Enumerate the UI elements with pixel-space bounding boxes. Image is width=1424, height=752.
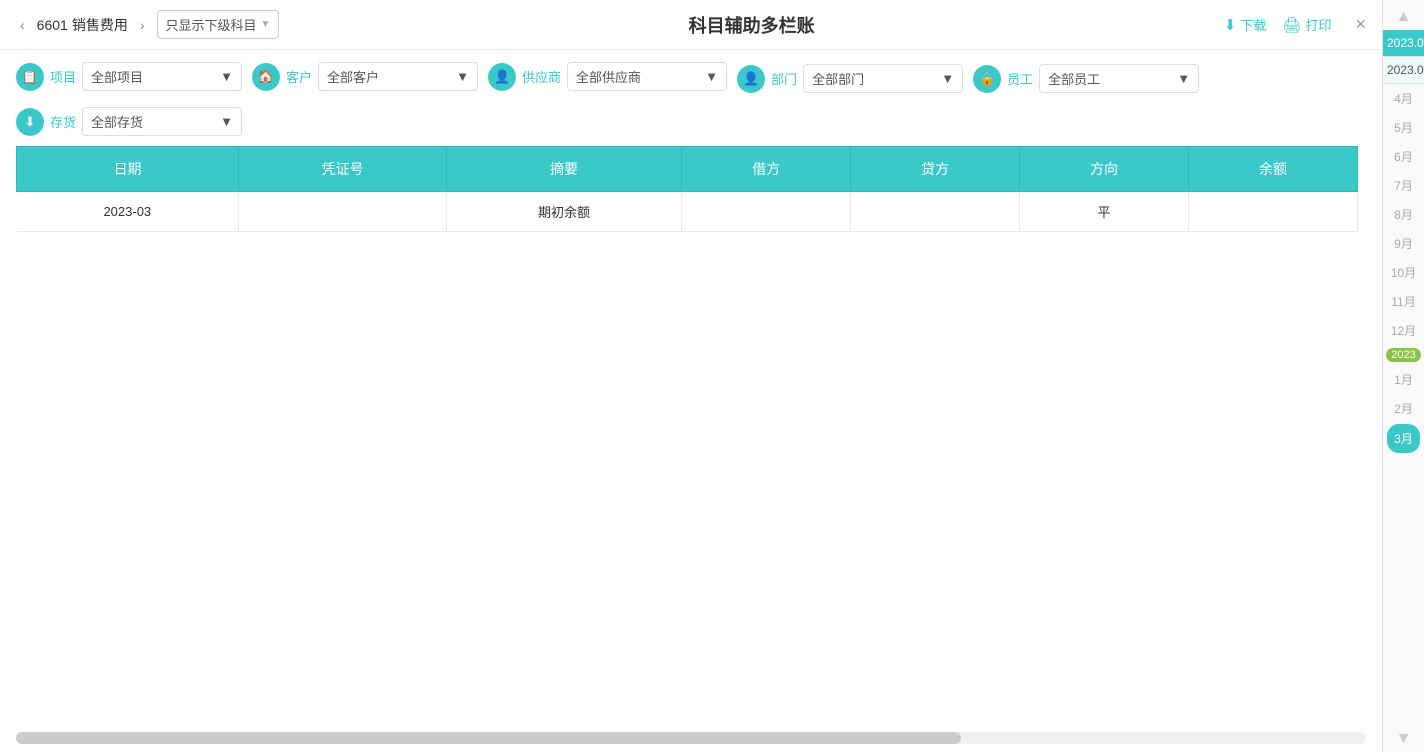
col-voucher: 凭证号: [239, 147, 447, 192]
sidebar-month-top-2[interactable]: 2023.03: [1383, 57, 1424, 84]
department-value: 全部部门: [812, 69, 864, 88]
employee-label: 员工: [1007, 69, 1033, 88]
customer-filter-item: 🏠 客户 全部客户 ▼: [252, 62, 478, 91]
inventory-icon: ⬇: [16, 108, 44, 136]
scrollbar-thumb: [16, 732, 961, 744]
supplier-filter-item: 👤 供应商 全部供应商 ▼: [488, 62, 727, 91]
inventory-chevron-icon: ▼: [220, 114, 233, 129]
supplier-label: 供应商: [522, 67, 561, 86]
sub-account-chevron-icon: ▼: [261, 19, 271, 30]
project-icon: 📋: [16, 63, 44, 91]
col-credit: 贷方: [851, 147, 1020, 192]
sidebar-month-9[interactable]: 9月: [1383, 229, 1424, 258]
customer-select[interactable]: 全部客户 ▼: [318, 62, 478, 91]
sub-account-filter[interactable]: 只显示下级科目 ▼: [157, 10, 280, 39]
customer-chevron-icon: ▼: [456, 69, 469, 84]
sidebar-month-4[interactable]: 4月: [1383, 84, 1424, 113]
project-value: 全部项目: [91, 67, 143, 86]
year-badge: 2023: [1386, 348, 1420, 362]
col-summary: 摘要: [446, 147, 681, 192]
col-direction: 方向: [1020, 147, 1189, 192]
ledger-table: 日期 凭证号 摘要 借方 贷方 方向 余额 2023-03 期初余额 平: [16, 146, 1358, 232]
horizontal-scrollbar[interactable]: [16, 732, 1366, 744]
download-icon: ⬇: [1224, 16, 1237, 34]
employee-chevron-icon: ▼: [1177, 71, 1190, 86]
employee-filter-item: 🔒 员工 全部员工 ▼: [973, 64, 1199, 93]
inventory-select[interactable]: 全部存货 ▼: [82, 107, 242, 136]
col-debit: 借方: [682, 147, 851, 192]
sidebar-month-8[interactable]: 8月: [1383, 200, 1424, 229]
print-label: 打印: [1305, 15, 1331, 34]
department-filter-item: 👤 部门 全部部门 ▼: [737, 64, 963, 93]
project-filter-item: 📋 项目 全部项目 ▼: [16, 62, 242, 91]
print-icon: 🖨: [1282, 16, 1301, 34]
account-name: 销售费用: [72, 15, 128, 35]
cell-balance: [1189, 192, 1358, 232]
next-account-button[interactable]: ›: [136, 15, 149, 35]
customer-icon: 🏠: [252, 63, 280, 91]
cell-summary: 期初余额: [446, 192, 681, 232]
sidebar-month-2[interactable]: 2月: [1383, 394, 1424, 423]
sidebar-month-3[interactable]: 3月: [1387, 424, 1420, 453]
cell-date: 2023-03: [17, 192, 239, 232]
page-title: 科目辅助多栏账: [287, 12, 1215, 38]
filter-section: 📋 项目 全部项目 ▼ 🏠 客户 全部客户 ▼ 👤 供应商 全部供应商 ▼: [0, 50, 1382, 146]
sidebar-month-6[interactable]: 6月: [1383, 142, 1424, 171]
prev-account-button[interactable]: ‹: [16, 15, 29, 35]
supplier-icon: 👤: [488, 63, 516, 91]
table-wrapper: 日期 凭证号 摘要 借方 贷方 方向 余额 2023-03 期初余额 平: [0, 146, 1382, 732]
sidebar-month-top-2-label: 2023.03: [1387, 63, 1424, 77]
sidebar-month-11[interactable]: 11月: [1383, 287, 1424, 316]
customer-label: 客户: [286, 67, 312, 86]
employee-icon: 🔒: [973, 65, 1001, 93]
right-sidebar: ▲ 2023.03 2023.03 4月 5月 6月 7月 8月 9月 10月 …: [1382, 0, 1424, 752]
employee-select[interactable]: 全部员工 ▼: [1039, 64, 1199, 93]
close-button[interactable]: ×: [1355, 14, 1366, 35]
table-row: 2023-03 期初余额 平: [17, 192, 1358, 232]
project-select[interactable]: 全部项目 ▼: [82, 62, 242, 91]
cell-direction: 平: [1020, 192, 1189, 232]
department-icon: 👤: [737, 65, 765, 93]
department-chevron-icon: ▼: [941, 71, 954, 86]
download-button[interactable]: ⬇ 下载: [1224, 15, 1267, 34]
customer-value: 全部客户: [327, 67, 379, 86]
sidebar-month-top-1[interactable]: 2023.03: [1383, 30, 1424, 57]
account-code: 6601: [37, 17, 68, 33]
cell-debit: [682, 192, 851, 232]
project-chevron-icon: ▼: [220, 69, 233, 84]
sidebar-down-button[interactable]: ▼: [1392, 726, 1416, 752]
col-balance: 余额: [1189, 147, 1358, 192]
inventory-value: 全部存货: [91, 112, 143, 131]
sidebar-month-12[interactable]: 12月: [1383, 316, 1424, 345]
department-select[interactable]: 全部部门 ▼: [803, 64, 963, 93]
sidebar-month-10[interactable]: 10月: [1383, 258, 1424, 287]
inventory-label: 存货: [50, 112, 76, 131]
action-buttons: ⬇ 下载 🖨 打印 ×: [1224, 14, 1366, 35]
top-bar: ‹ 6601 销售费用 › 只显示下级科目 ▼ 科目辅助多栏账 ⬇ 下载 🖨 打…: [0, 0, 1382, 50]
supplier-select[interactable]: 全部供应商 ▼: [567, 62, 727, 91]
sub-account-filter-label: 只显示下级科目: [166, 15, 257, 34]
cell-credit: [851, 192, 1020, 232]
supplier-chevron-icon: ▼: [705, 69, 718, 84]
download-label: 下载: [1240, 15, 1266, 34]
sidebar-month-1[interactable]: 1月: [1383, 365, 1424, 394]
supplier-value: 全部供应商: [576, 67, 641, 86]
project-label: 项目: [50, 67, 76, 86]
employee-value: 全部员工: [1048, 69, 1100, 88]
sidebar-month-top-1-label: 2023.03: [1387, 36, 1424, 50]
col-date: 日期: [17, 147, 239, 192]
sidebar-up-button[interactable]: ▲: [1392, 4, 1416, 30]
inventory-filter-item: ⬇ 存货 全部存货 ▼: [16, 107, 242, 136]
sidebar-month-7[interactable]: 7月: [1383, 171, 1424, 200]
cell-voucher: [239, 192, 447, 232]
department-label: 部门: [771, 69, 797, 88]
sidebar-month-5[interactable]: 5月: [1383, 113, 1424, 142]
print-button[interactable]: 🖨 打印: [1282, 15, 1331, 34]
account-tag: 6601 销售费用: [37, 15, 128, 35]
table-header-row: 日期 凭证号 摘要 借方 贷方 方向 余额: [17, 147, 1358, 192]
